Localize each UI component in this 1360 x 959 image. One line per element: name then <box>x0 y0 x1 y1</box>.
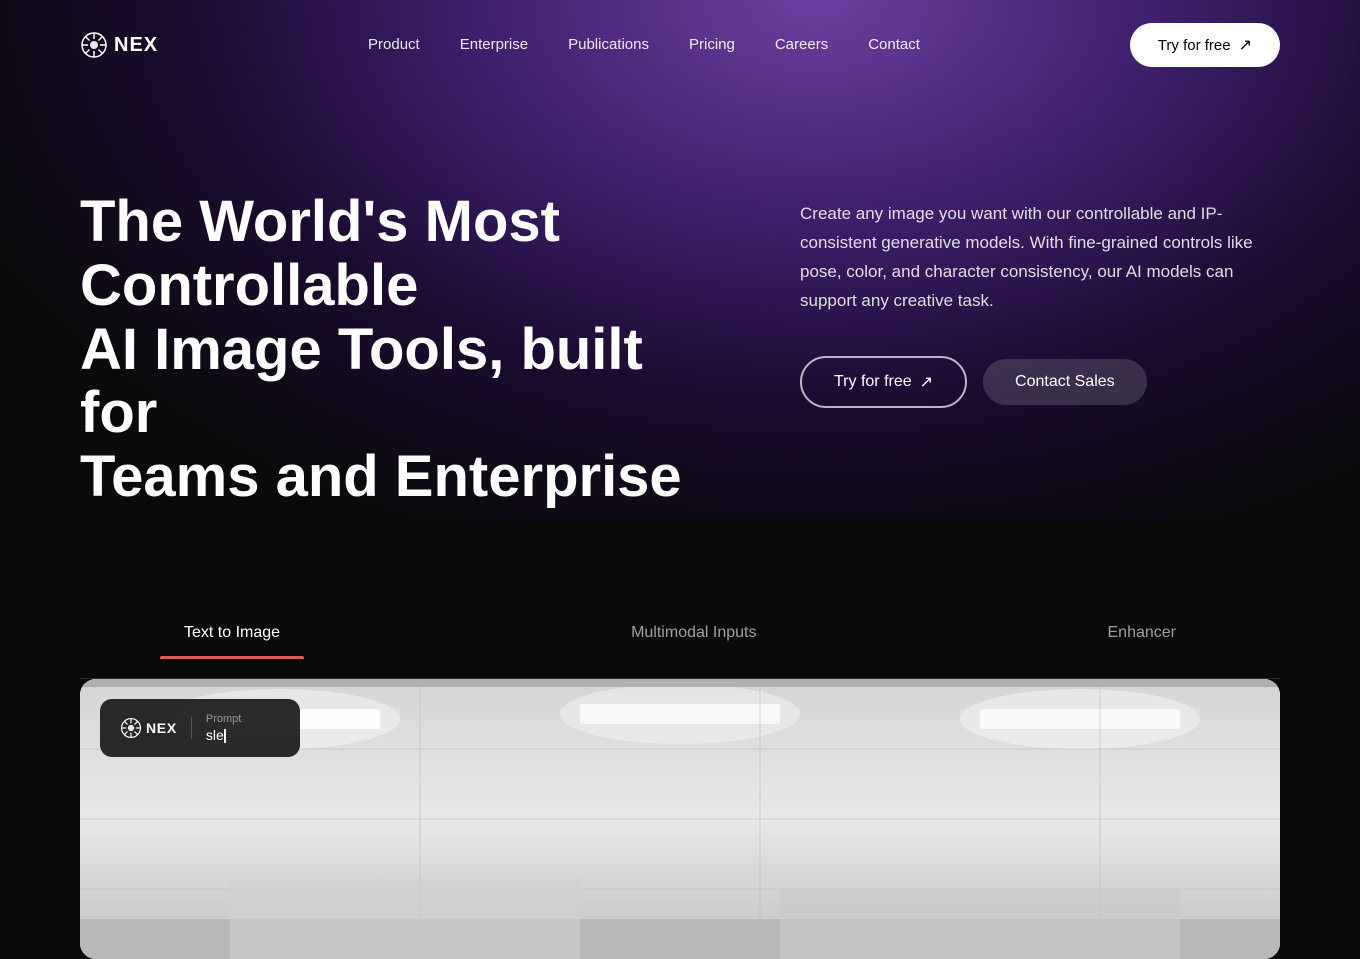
nav-link-careers[interactable]: Careers <box>775 36 828 53</box>
nav-link-publications[interactable]: Publications <box>568 36 649 53</box>
nav-cta-label: Try for free <box>1158 37 1231 54</box>
tab-multimodal-inputs-label: Multimodal Inputs <box>631 624 756 641</box>
nav-link-enterprise[interactable]: Enterprise <box>460 36 528 53</box>
tabs-section: Text to Image Multimodal Inputs Enhancer <box>0 589 1360 679</box>
nav-item-contact[interactable]: Contact <box>868 36 920 54</box>
hero-try-free-button[interactable]: Try for free ↗ <box>800 356 967 408</box>
hero-left: The World's Most Controllable AI Image T… <box>80 190 700 509</box>
tab-text-to-image[interactable]: Text to Image <box>160 608 304 658</box>
nav-item-enterprise[interactable]: Enterprise <box>460 36 528 54</box>
nav-item-pricing[interactable]: Pricing <box>689 36 735 54</box>
tabs-nav: Text to Image Multimodal Inputs Enhancer <box>80 589 1280 679</box>
logo-icon <box>80 31 108 59</box>
hero-contact-sales-label: Contact Sales <box>1015 373 1115 390</box>
nav-try-free-button[interactable]: Try for free ↗ <box>1130 23 1280 67</box>
prompt-value: sle <box>206 727 241 743</box>
nav-item-product[interactable]: Product <box>368 36 420 54</box>
prompt-card: NEX Prompt sle <box>100 699 300 757</box>
nav-link-contact[interactable]: Contact <box>868 36 920 53</box>
hero-title-line2: AI Image Tools, built for <box>80 317 643 446</box>
hero-contact-sales-button[interactable]: Contact Sales <box>983 359 1147 405</box>
nav-links: Product Enterprise Publications Pricing … <box>368 36 920 54</box>
hero-section: The World's Most Controllable AI Image T… <box>0 90 1360 569</box>
hero-title-line1: The World's Most Controllable <box>80 189 560 318</box>
prompt-logo-text: NEX <box>146 720 177 736</box>
showcase-image: NEX Prompt sle <box>80 679 1280 959</box>
hero-try-free-label: Try for free <box>834 373 912 391</box>
showcase: NEX Prompt sle <box>80 679 1280 959</box>
hero-buttons: Try for free ↗ Contact Sales <box>800 356 1280 408</box>
nav-item-careers[interactable]: Careers <box>775 36 828 54</box>
prompt-label: Prompt <box>206 713 241 725</box>
hero-title-line3: Teams and Enterprise <box>80 444 682 509</box>
brand-logo[interactable]: NEX <box>80 31 158 59</box>
hero-try-free-arrow: ↗ <box>920 372 933 392</box>
nav-link-pricing[interactable]: Pricing <box>689 36 735 53</box>
tab-enhancer[interactable]: Enhancer <box>1084 608 1201 658</box>
logo-text: NEX <box>114 34 158 57</box>
nav-link-product[interactable]: Product <box>368 36 420 53</box>
hero-right: Create any image you want with our contr… <box>800 190 1280 408</box>
prompt-card-logo: NEX <box>120 717 192 739</box>
hero-description: Create any image you want with our contr… <box>800 200 1280 316</box>
navigation: NEX Product Enterprise Publications Pric… <box>0 0 1360 90</box>
prompt-logo-icon <box>120 717 142 739</box>
tab-text-to-image-label: Text to Image <box>184 624 280 641</box>
nav-item-publications[interactable]: Publications <box>568 36 649 54</box>
hero-title: The World's Most Controllable AI Image T… <box>80 190 700 509</box>
prompt-content: Prompt sle <box>206 713 241 743</box>
nav-cta-arrow: ↗ <box>1239 35 1252 55</box>
tab-enhancer-label: Enhancer <box>1108 624 1177 641</box>
text-cursor <box>224 729 226 743</box>
tab-multimodal-inputs[interactable]: Multimodal Inputs <box>607 608 780 658</box>
